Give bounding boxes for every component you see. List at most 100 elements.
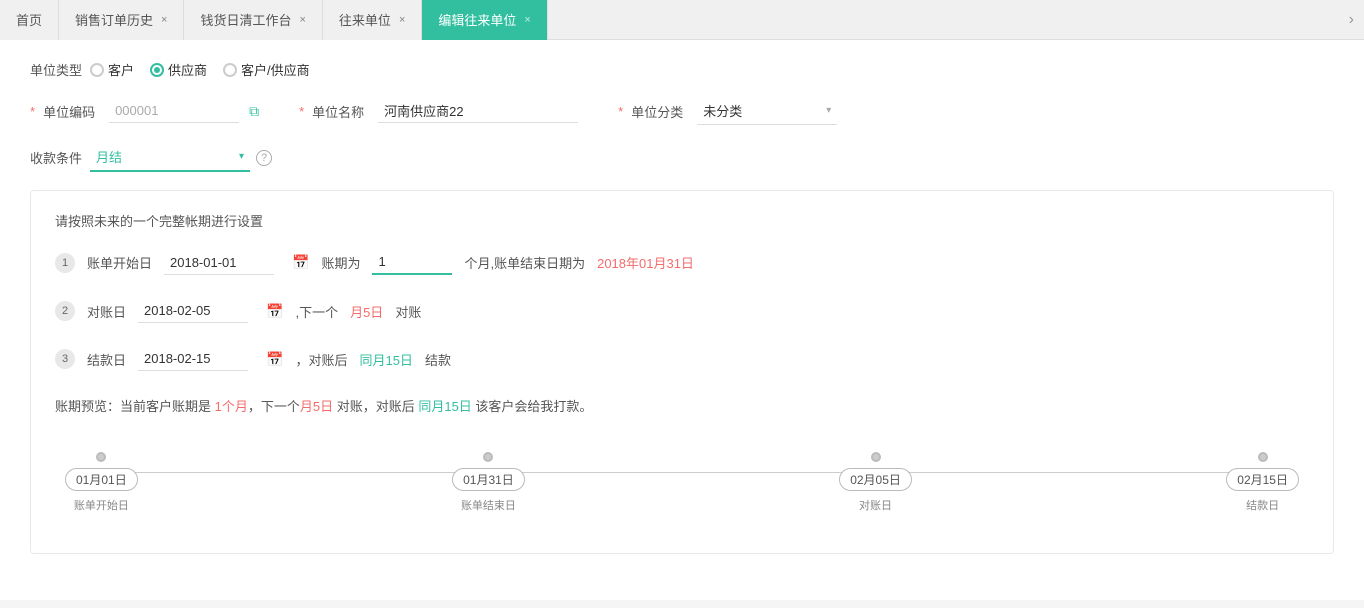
timeline-badge-2: 01月31日 [452,468,525,491]
timeline-label-3: 对账日 [859,497,892,513]
timeline-wrapper: 01月01日 账单开始日 01月31日 账单结束日 02月05日 对账日 02月… [55,442,1309,533]
unit-type-row: 单位类型 客户 供应商 客户/供应商 [30,60,1334,79]
period-num-1: 1 [55,253,75,273]
tab-home[interactable]: 首页 [0,0,59,40]
unit-name-label: 单位名称 [312,102,364,121]
period-row-2: 2 对账日 📅 ,下一个月5日 对账 [55,299,1309,323]
timeline-dot-2 [483,452,493,462]
period-label-3: 结款日 [87,350,126,369]
period-num-2: 2 [55,301,75,321]
payment-date-input[interactable] [138,347,248,371]
preview-text: 账期预览：当前客户账期是 1个月，下一个月5日 对账，对账后 同月15日 该客户… [55,395,1309,418]
preview-reconcile: 月5日 [300,399,333,414]
reconcile-date-input[interactable] [138,299,248,323]
tab-partner[interactable]: 往来单位 × [323,0,422,40]
start-date-input[interactable] [164,251,274,275]
radio-circle-supplier [150,63,164,77]
payment-condition-value: 月结 [96,147,239,166]
close-icon-cash-work[interactable]: × [299,14,305,26]
preview-sep2: 对账，对账后 [333,399,418,414]
payment-condition-label: 收款条件 [30,148,82,167]
period-text-1: 账期为 [321,253,360,272]
unit-name-star: * [299,104,304,119]
timeline-dot-3 [871,452,881,462]
tab-cash-work[interactable]: 钱货日清工作台 × [184,0,322,40]
unit-category-select[interactable]: 未分类 ▾ [697,97,837,125]
timeline-dot-4 [1258,452,1268,462]
radio-supplier-label: 供应商 [168,60,207,79]
payment-chevron-icon: ▾ [239,151,244,162]
tab-edit-partner-label: 编辑往来单位 [438,10,516,29]
unit-name-group: * 单位名称 [299,99,578,123]
calendar-icon-2[interactable]: 📅 [266,303,283,320]
payment-prefix: ，对账后 [295,350,347,369]
timeline-label-4: 结款日 [1246,497,1279,513]
period-month-unit: 个月,账单结束日期为 [464,253,585,272]
tab-bar: 首页 销售订单历史 × 钱货日清工作台 × 往来单位 × 编辑往来单位 × › [0,0,1364,40]
timeline-badge-3: 02月05日 [839,468,912,491]
close-icon-sales-order[interactable]: × [161,14,167,26]
preview-sep1: ，下一个 [248,399,300,414]
radio-customer-supplier-label: 客户/供应商 [241,60,310,79]
tab-expand-button[interactable]: › [1339,11,1364,29]
unit-type-label: 单位类型 [30,60,82,79]
unit-code-star: * [30,104,35,119]
close-icon-partner[interactable]: × [399,14,405,26]
timeline-badge-4: 02月15日 [1226,468,1299,491]
unit-category-group: * 单位分类 未分类 ▾ [618,97,837,125]
timeline-points: 01月01日 账单开始日 01月31日 账单结束日 02月05日 对账日 02月… [55,452,1309,513]
chevron-down-icon: ▾ [826,105,831,116]
period-label-2: 对账日 [87,302,126,321]
calendar-icon-3[interactable]: 📅 [266,351,283,368]
reconcile-highlight: 月5日 [350,302,383,321]
period-row-1: 1 账单开始日 📅 账期为 个月,账单结束日期为 2018年01月31日 [55,250,1309,275]
copy-icon[interactable]: ⧉ [249,103,259,120]
tab-partner-label: 往来单位 [339,10,391,29]
preview-months: 1个月 [215,399,248,414]
tab-sales-order-label: 销售订单历史 [75,10,153,29]
unit-code-input[interactable] [109,99,239,123]
preview-label: 账期预览：当前客户账期是 [55,399,215,414]
end-date-highlight: 2018年01月31日 [597,253,694,272]
radio-supplier[interactable]: 供应商 [150,60,207,79]
tab-home-label: 首页 [16,10,42,29]
tab-edit-partner[interactable]: 编辑往来单位 × [422,0,547,40]
timeline-point-1: 01月01日 账单开始日 [65,452,138,513]
tab-sales-order[interactable]: 销售订单历史 × [59,0,184,40]
unit-category-label: 单位分类 [631,102,683,121]
reconcile-suffix: 对账 [395,302,421,321]
payment-condition-row: 收款条件 月结 ▾ ? [30,143,1334,172]
timeline-point-4: 02月15日 结款日 [1226,452,1299,513]
payment-highlight: 同月15日 [359,350,412,369]
period-row-3: 3 结款日 📅 ，对账后同月15日 结款 [55,347,1309,371]
period-box-title: 请按照未来的一个完整帐期进行设置 [55,211,1309,230]
help-icon[interactable]: ? [256,150,272,166]
reconcile-prefix: ,下一个 [295,302,338,321]
timeline-label-2: 账单结束日 [461,497,516,513]
timeline-label-1: 账单开始日 [74,497,129,513]
unit-category-star: * [618,104,623,119]
timeline-line [75,472,1289,473]
timeline-dot-1 [96,452,106,462]
radio-customer[interactable]: 客户 [90,60,134,79]
period-num-3: 3 [55,349,75,369]
unit-category-value: 未分类 [703,101,822,120]
timeline-badge-1: 01月01日 [65,468,138,491]
timeline-point-3: 02月05日 对账日 [839,452,912,513]
period-label-1: 账单开始日 [87,253,152,272]
unit-name-input[interactable] [378,99,578,123]
calendar-icon-1[interactable]: 📅 [292,254,309,271]
unit-code-label: 单位编码 [43,102,95,121]
close-icon-edit-partner[interactable]: × [524,14,530,26]
tab-cash-work-label: 钱货日清工作台 [200,10,291,29]
main-content: 单位类型 客户 供应商 客户/供应商 * 单位编码 ⧉ * 单位名称 [0,40,1364,600]
timeline-point-2: 01月31日 账单结束日 [452,452,525,513]
radio-circle-customer [90,63,104,77]
unit-code-group: * 单位编码 ⧉ [30,99,259,123]
radio-customer-label: 客户 [108,60,134,79]
preview-sep3: 该客户会给我打款。 [472,399,593,414]
months-input[interactable] [372,250,452,275]
payment-condition-select[interactable]: 月结 ▾ [90,143,250,172]
payment-suffix: 结款 [425,350,451,369]
radio-customer-supplier[interactable]: 客户/供应商 [223,60,310,79]
